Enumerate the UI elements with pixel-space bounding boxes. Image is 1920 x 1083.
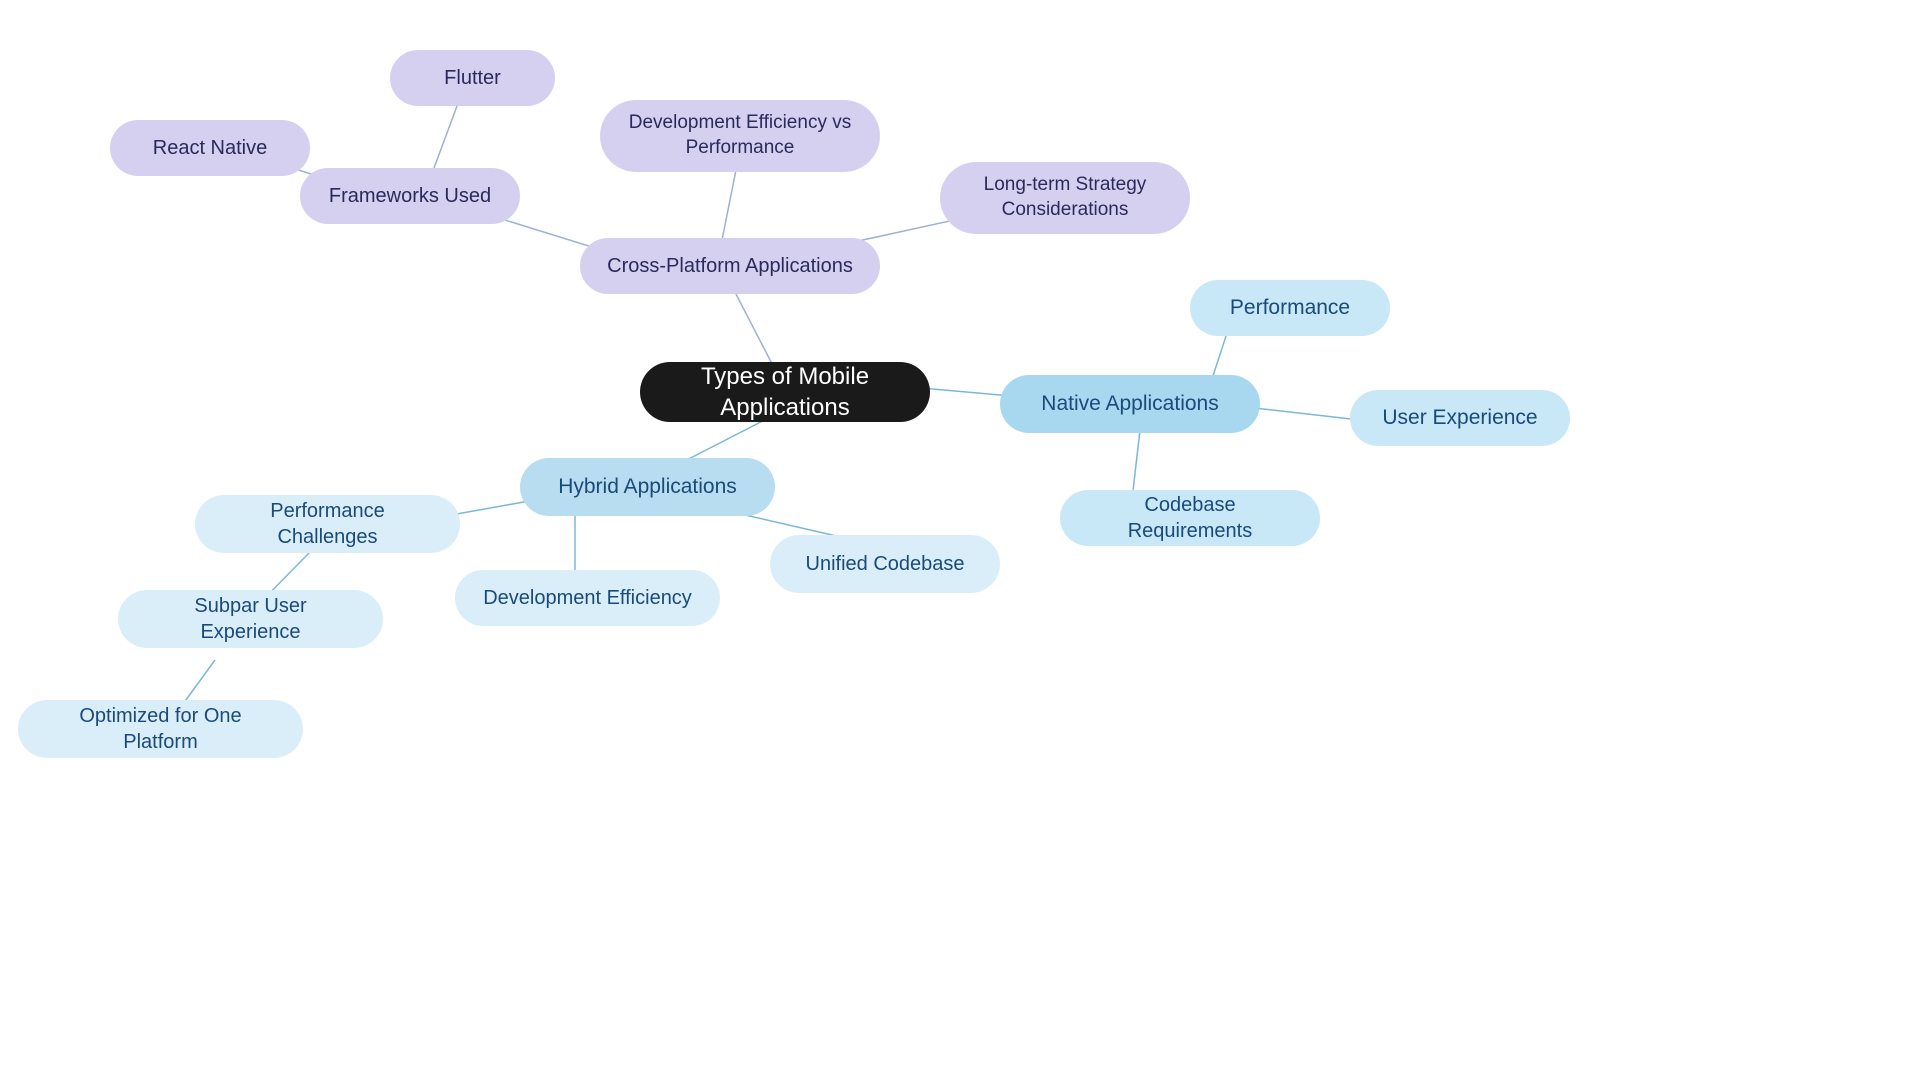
performance-challenges-node: Performance Challenges [195, 495, 460, 553]
react-native-node: React Native [110, 120, 310, 176]
center-node: Types of Mobile Applications [640, 362, 930, 422]
native-applications-node: Native Applications [1000, 375, 1260, 433]
hybrid-applications-node: Hybrid Applications [520, 458, 775, 516]
flutter-node: Flutter [390, 50, 555, 106]
dev-efficiency-vs-perf-node: Development Efficiency vsPerformance [600, 100, 880, 172]
user-experience-node: User Experience [1350, 390, 1570, 446]
longterm-strategy-node: Long-term StrategyConsiderations [940, 162, 1190, 234]
unified-codebase-node: Unified Codebase [770, 535, 1000, 593]
subpar-user-experience-node: Subpar User Experience [118, 590, 383, 648]
frameworks-used-node: Frameworks Used [300, 168, 520, 224]
performance-node: Performance [1190, 280, 1390, 336]
codebase-requirements-node: Codebase Requirements [1060, 490, 1320, 546]
cross-platform-node: Cross-Platform Applications [580, 238, 880, 294]
development-efficiency-node: Development Efficiency [455, 570, 720, 626]
optimized-one-platform-node: Optimized for One Platform [18, 700, 303, 758]
